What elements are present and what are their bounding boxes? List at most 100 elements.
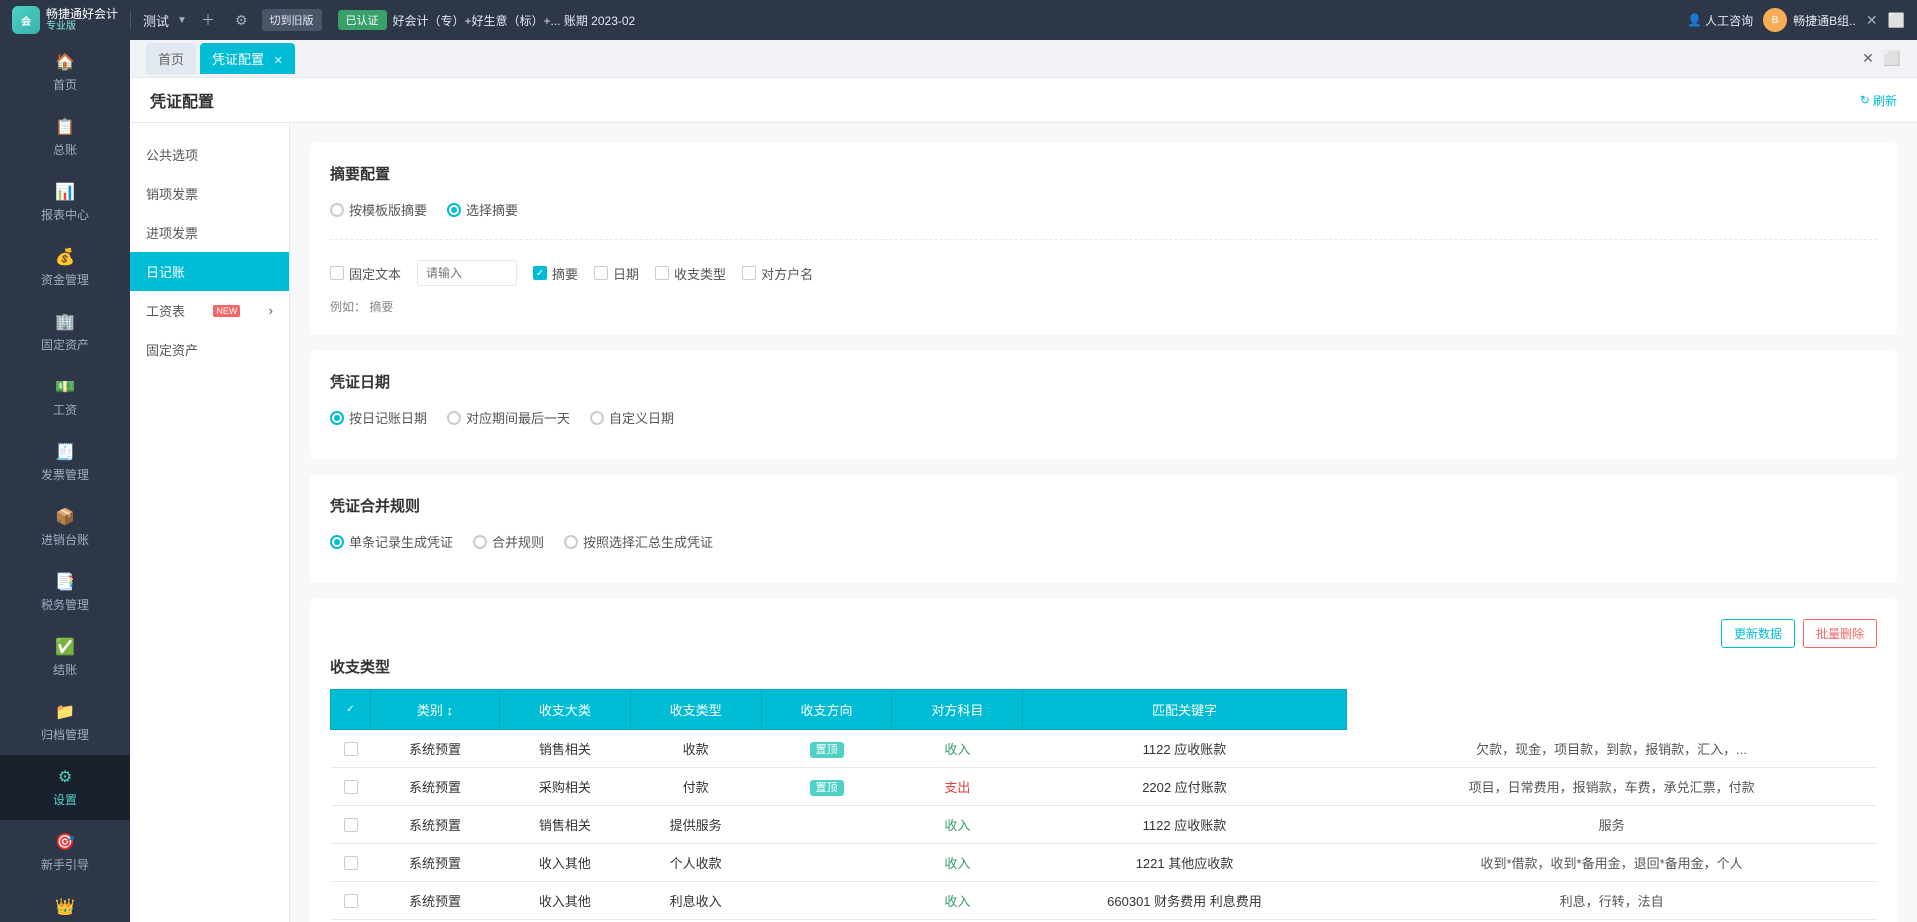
row1-is-top[interactable]: 置顶 bbox=[761, 730, 892, 768]
settings-icon: ⚙ bbox=[58, 767, 72, 787]
checkbox-pay-type[interactable]: 收支类型 bbox=[655, 264, 726, 283]
example-text: 例如： 摘要 bbox=[330, 298, 1877, 315]
row1-subject: 1122 应收账款 bbox=[1023, 730, 1346, 768]
row1-type: 收款 bbox=[630, 730, 761, 768]
row1-major-type: 销售相关 bbox=[499, 730, 630, 768]
row5-checkbox[interactable] bbox=[331, 882, 371, 920]
row1-checkbox[interactable] bbox=[331, 730, 371, 768]
table-row: 系统预置 收入其他 利息收入 收入 660301 财务费用 利息费用 利息，行转… bbox=[331, 882, 1878, 920]
radio-custom-date[interactable]: 自定义日期 bbox=[590, 408, 674, 427]
report-icon: 📊 bbox=[55, 182, 75, 202]
tab-close-icon[interactable]: ✕ bbox=[274, 55, 283, 67]
row2-subject: 2202 应付账款 bbox=[1023, 768, 1346, 806]
merge-rules-title: 凭证合并规则 bbox=[330, 495, 1877, 516]
select-all-checkbox[interactable]: ✓ bbox=[344, 703, 358, 717]
sidebar-item-report[interactable]: 📊 报表中心 bbox=[0, 170, 130, 235]
sidebar-item-member[interactable]: 👑 畅会员 bbox=[0, 885, 130, 922]
row3-cb[interactable] bbox=[344, 818, 358, 832]
checkbox-summary[interactable]: ✓ 摘要 bbox=[533, 264, 578, 283]
sidebar-item-tax[interactable]: 📑 税务管理 bbox=[0, 560, 130, 625]
member-icon: 👑 bbox=[55, 897, 75, 917]
sidebar-item-settings[interactable]: ⚙ 设置 bbox=[0, 755, 130, 820]
row5-subject: 660301 财务费用 利息费用 bbox=[1023, 882, 1346, 920]
checkbox-fixed-text[interactable]: 固定文本 bbox=[330, 264, 401, 283]
tab-voucher-config[interactable]: 凭证配置 ✕ bbox=[200, 43, 295, 74]
sidebar-item-fund[interactable]: 💰 资金管理 bbox=[0, 235, 130, 300]
row4-direction: 收入 bbox=[892, 844, 1023, 882]
maximize-tab-button[interactable]: ⬜ bbox=[1883, 50, 1901, 68]
close-window-button[interactable]: ✕ bbox=[1866, 12, 1878, 29]
checkbox-counterpart[interactable]: 对方户名 bbox=[742, 264, 813, 283]
radio-period-last[interactable]: 对应期间最后一天 bbox=[447, 408, 570, 427]
archive-icon: 📁 bbox=[55, 702, 75, 722]
radio-template-circle bbox=[330, 203, 344, 217]
close-tab-button[interactable]: ✕ bbox=[1859, 50, 1877, 68]
row2-checkbox[interactable] bbox=[331, 768, 371, 806]
row4-checkbox[interactable] bbox=[331, 844, 371, 882]
page-header: 凭证配置 ↻ 刷新 bbox=[130, 78, 1917, 123]
menu-item-purchase-invoice[interactable]: 进项发票 bbox=[130, 213, 289, 252]
update-data-button[interactable]: 更新数据 bbox=[1721, 619, 1795, 648]
settings-gear-icon[interactable]: ⚙ bbox=[229, 10, 254, 31]
sidebar-item-settle[interactable]: ✅ 结账 bbox=[0, 625, 130, 690]
sort-icon[interactable]: ↕ bbox=[447, 703, 454, 718]
menu-item-public[interactable]: 公共选项 bbox=[130, 135, 289, 174]
income-expense-title: 收支类型 bbox=[330, 656, 390, 677]
sidebar-item-ledger[interactable]: 📋 总账 bbox=[0, 105, 130, 170]
row4-category: 系统预置 bbox=[371, 844, 500, 882]
table-row: 系统预置 销售相关 提供服务 收入 1122 应收账款 服务 bbox=[331, 806, 1878, 844]
row5-cb[interactable] bbox=[344, 894, 358, 908]
user-area[interactable]: B 畅捷通B组.. bbox=[1763, 8, 1856, 32]
consult-button[interactable]: 👤 人工咨询 bbox=[1687, 12, 1753, 29]
row2-is-top[interactable]: 置顶 bbox=[761, 768, 892, 806]
top-badge-1[interactable]: 置顶 bbox=[810, 742, 844, 758]
checkbox-date[interactable]: 日期 bbox=[594, 264, 639, 283]
menu-item-sales-invoice[interactable]: 销项发票 bbox=[130, 174, 289, 213]
menu-item-fixed-asset[interactable]: 固定资产 bbox=[130, 330, 289, 369]
sidebar-item-salary[interactable]: 💵 工资 bbox=[0, 365, 130, 430]
date-checkbox bbox=[594, 266, 608, 280]
summary-radio-group: 按模板版摘要 选择摘要 bbox=[330, 200, 1877, 219]
sidebar-item-asset[interactable]: 🏢 固定资产 bbox=[0, 300, 130, 365]
sidebar-item-home[interactable]: 🏠 首页 bbox=[0, 40, 130, 105]
radio-merge-rule[interactable]: 合并规则 bbox=[473, 532, 544, 551]
fixed-text-input[interactable] bbox=[417, 260, 517, 286]
maximize-window-button[interactable]: ⬜ bbox=[1888, 12, 1905, 29]
radio-select-summary[interactable]: 选择摘要 bbox=[447, 200, 518, 219]
sidebar-item-invoice[interactable]: 🧾 发票管理 bbox=[0, 430, 130, 495]
table-row: 系统预置 采购相关 付款 置顶 支出 2202 应付账款 项目，日常费用，报销款… bbox=[331, 768, 1878, 806]
row1-cb[interactable] bbox=[344, 742, 358, 756]
radio-template[interactable]: 按模板版摘要 bbox=[330, 200, 427, 219]
batch-delete-button[interactable]: 批量删除 bbox=[1803, 619, 1877, 648]
period-last-circle bbox=[447, 411, 461, 425]
fund-icon: 💰 bbox=[55, 247, 75, 267]
summary-config-title: 摘要配置 bbox=[330, 163, 1877, 184]
row3-checkbox[interactable] bbox=[331, 806, 371, 844]
sidebar-item-archive[interactable]: 📁 归档管理 bbox=[0, 690, 130, 755]
main-content: 摘要配置 按模板版摘要 选择摘要 bbox=[290, 123, 1917, 922]
refresh-button[interactable]: ↻ 刷新 bbox=[1860, 92, 1897, 109]
row4-subject: 1221 其他应收款 bbox=[1023, 844, 1346, 882]
add-button[interactable]: ＋ bbox=[195, 8, 221, 32]
income-expense-title-row: 收支类型 bbox=[330, 656, 1877, 677]
radio-single-record[interactable]: 单条记录生成凭证 bbox=[330, 532, 453, 551]
content-area: 首页 凭证配置 ✕ ✕ ⬜ 凭证配置 ↻ 刷新 公共选项 bbox=[130, 40, 1917, 922]
radio-journal-date[interactable]: 按日记账日期 bbox=[330, 408, 427, 427]
menu-item-journal[interactable]: 日记账 bbox=[130, 252, 289, 291]
menu-item-payroll[interactable]: 工资表 NEW › bbox=[130, 291, 289, 330]
sidebar-item-purchase[interactable]: 📦 进销台账 bbox=[0, 495, 130, 560]
row4-cb[interactable] bbox=[344, 856, 358, 870]
radio-summary-gen[interactable]: 按照选择汇总生成凭证 bbox=[564, 532, 713, 551]
logo-text: 畅捷通好会计 专业版 bbox=[46, 7, 118, 33]
tab-home[interactable]: 首页 bbox=[146, 43, 196, 74]
th-keywords: 匹配关键字 bbox=[1023, 690, 1346, 730]
top-badge-2[interactable]: 置顶 bbox=[810, 780, 844, 796]
row2-cb[interactable] bbox=[344, 780, 358, 794]
certified-status-badge: 已认证 bbox=[338, 10, 387, 30]
topbar-dropdown-icon[interactable]: ▼ bbox=[177, 15, 187, 26]
table-body: 系统预置 销售相关 收款 置顶 收入 1122 应收账款 欠款，现金，项目款，到… bbox=[331, 730, 1878, 920]
switch-old-version-button[interactable]: 切到旧版 bbox=[262, 9, 322, 31]
purchase-icon: 📦 bbox=[55, 507, 75, 527]
sidebar-item-guide[interactable]: 🎯 新手引导 bbox=[0, 820, 130, 885]
th-checkbox[interactable]: ✓ bbox=[331, 690, 371, 730]
